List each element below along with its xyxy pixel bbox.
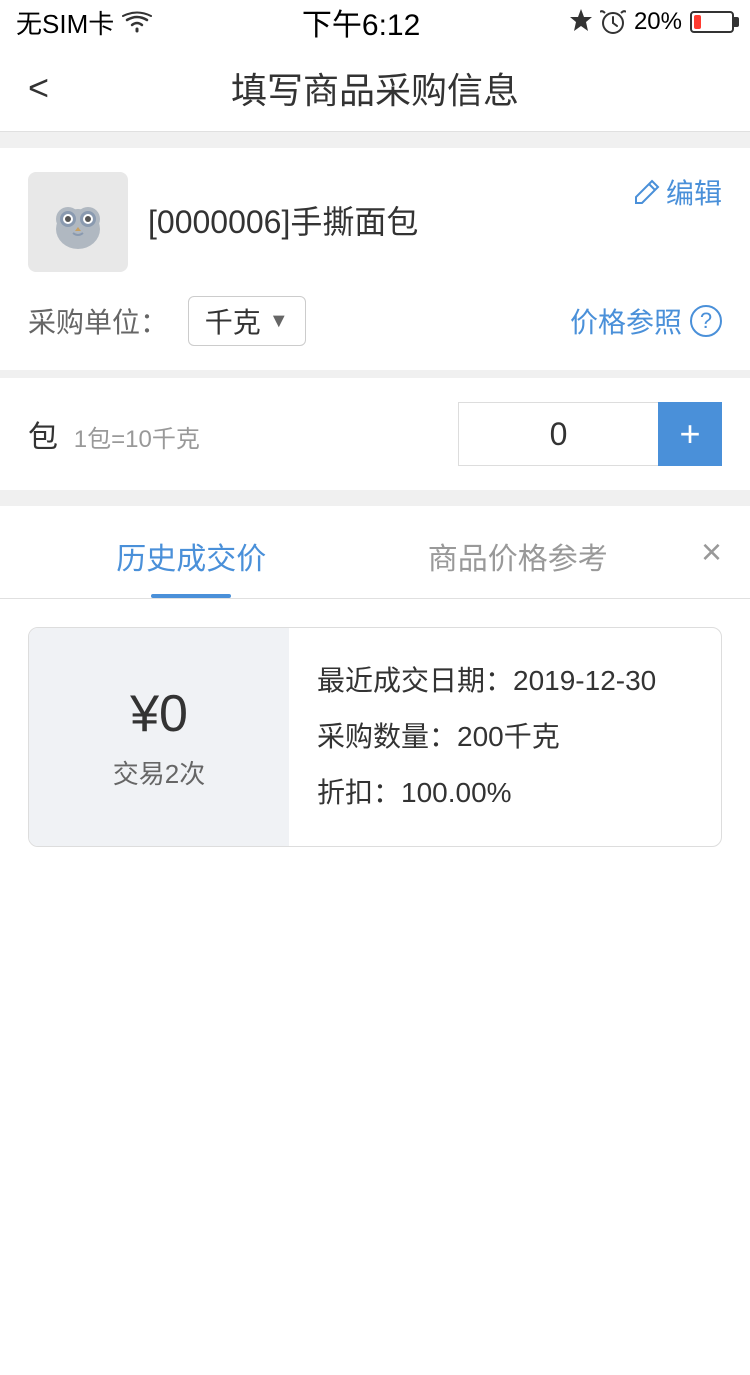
purchase-unit-label: 采购单位： bbox=[28, 307, 168, 338]
quantity-label: 采购数量： bbox=[317, 721, 457, 752]
tab-active-indicator bbox=[151, 594, 231, 598]
quantity-value: 200千克 bbox=[457, 721, 560, 752]
recent-date-row: 最近成交日期：2019-12-30 bbox=[317, 660, 693, 702]
edit-label: 编辑 bbox=[666, 172, 722, 212]
time-label: 下午6:12 bbox=[302, 0, 420, 44]
edit-icon bbox=[634, 179, 660, 205]
status-left: 无SIM卡 bbox=[16, 4, 152, 41]
battery-percent: 20% bbox=[634, 8, 682, 36]
discount-label: 折扣： bbox=[317, 777, 401, 808]
product-thumbnail bbox=[28, 172, 128, 272]
quantity-section: 包 1包=10千克 + bbox=[0, 372, 750, 490]
quantity-row: 采购数量：200千克 bbox=[317, 716, 693, 758]
recent-date-label: 最近成交日期： bbox=[317, 665, 513, 696]
quantity-input[interactable] bbox=[458, 402, 658, 466]
unit-value: 千克 bbox=[205, 301, 261, 341]
battery-icon bbox=[690, 11, 734, 33]
tab-history-price[interactable]: 历史成交价 bbox=[28, 506, 354, 598]
discount-value: 100.00% bbox=[401, 777, 512, 808]
discount-row: 折扣：100.00% bbox=[317, 772, 693, 814]
product-card: [0000006]手撕面包 编辑 采购单位： 千克 ▼ 价格参照 ? bbox=[0, 148, 750, 370]
carrier-label: 无SIM卡 bbox=[16, 4, 114, 41]
price-card-right: 最近成交日期：2019-12-30 采购数量：200千克 折扣：100.00% bbox=[289, 628, 721, 846]
unit-row-left: 采购单位： 千克 ▼ bbox=[28, 296, 306, 346]
price-amount: ¥0 bbox=[130, 684, 188, 744]
product-info: [0000006]手撕面包 bbox=[148, 200, 418, 245]
price-card: ¥0 交易2次 最近成交日期：2019-12-30 采购数量：200千克 折扣：… bbox=[28, 627, 722, 847]
status-right: 20% bbox=[570, 8, 734, 36]
quantity-plus-button[interactable]: + bbox=[658, 402, 722, 466]
nav-bar: < 填写商品采购信息 bbox=[0, 44, 750, 132]
quantity-label-group: 包 1包=10千克 bbox=[28, 412, 200, 456]
tab-bar: 历史成交价 商品价格参考 × bbox=[0, 506, 750, 599]
page-body bbox=[0, 875, 750, 1375]
owl-icon bbox=[43, 187, 113, 257]
page-title: 填写商品采购信息 bbox=[231, 62, 519, 114]
amount-value: 0 bbox=[159, 685, 188, 743]
quantity-control: + bbox=[458, 402, 722, 466]
product-left: [0000006]手撕面包 bbox=[28, 172, 418, 272]
unit-dropdown-arrow: ▼ bbox=[269, 310, 289, 333]
product-name: [0000006]手撕面包 bbox=[148, 200, 418, 245]
unit-type-label: 包 bbox=[28, 421, 58, 454]
price-card-area: ¥0 交易2次 最近成交日期：2019-12-30 采购数量：200千克 折扣：… bbox=[0, 599, 750, 875]
back-button[interactable]: < bbox=[28, 67, 49, 109]
price-card-left: ¥0 交易2次 bbox=[29, 628, 289, 846]
battery-fill bbox=[694, 15, 701, 29]
alarm-icon bbox=[600, 9, 626, 35]
wifi-icon bbox=[122, 11, 152, 33]
status-bar: 无SIM卡 下午6:12 20% bbox=[0, 0, 750, 44]
tab-price-ref-label: 商品价格参考 bbox=[428, 543, 608, 576]
tab-history-label: 历史成交价 bbox=[116, 543, 266, 576]
unit-conversion: 1包=10千克 bbox=[74, 426, 200, 453]
purchase-row: 采购单位： 千克 ▼ 价格参照 ? bbox=[28, 296, 722, 346]
tab-close-button[interactable]: × bbox=[681, 511, 722, 593]
tab-price-ref[interactable]: 商品价格参考 bbox=[354, 506, 680, 598]
product-header: [0000006]手撕面包 编辑 bbox=[28, 172, 722, 272]
price-ref-label: 价格参照 bbox=[570, 301, 682, 341]
price-ref-button[interactable]: 价格参照 ? bbox=[570, 301, 722, 341]
edit-button[interactable]: 编辑 bbox=[634, 172, 722, 212]
currency-symbol: ¥ bbox=[130, 685, 159, 743]
gps-icon bbox=[570, 9, 592, 35]
price-times: 交易2次 bbox=[113, 754, 205, 791]
recent-date-value: 2019-12-30 bbox=[513, 665, 656, 696]
unit-selector[interactable]: 千克 ▼ bbox=[188, 296, 306, 346]
help-icon: ? bbox=[690, 305, 722, 337]
